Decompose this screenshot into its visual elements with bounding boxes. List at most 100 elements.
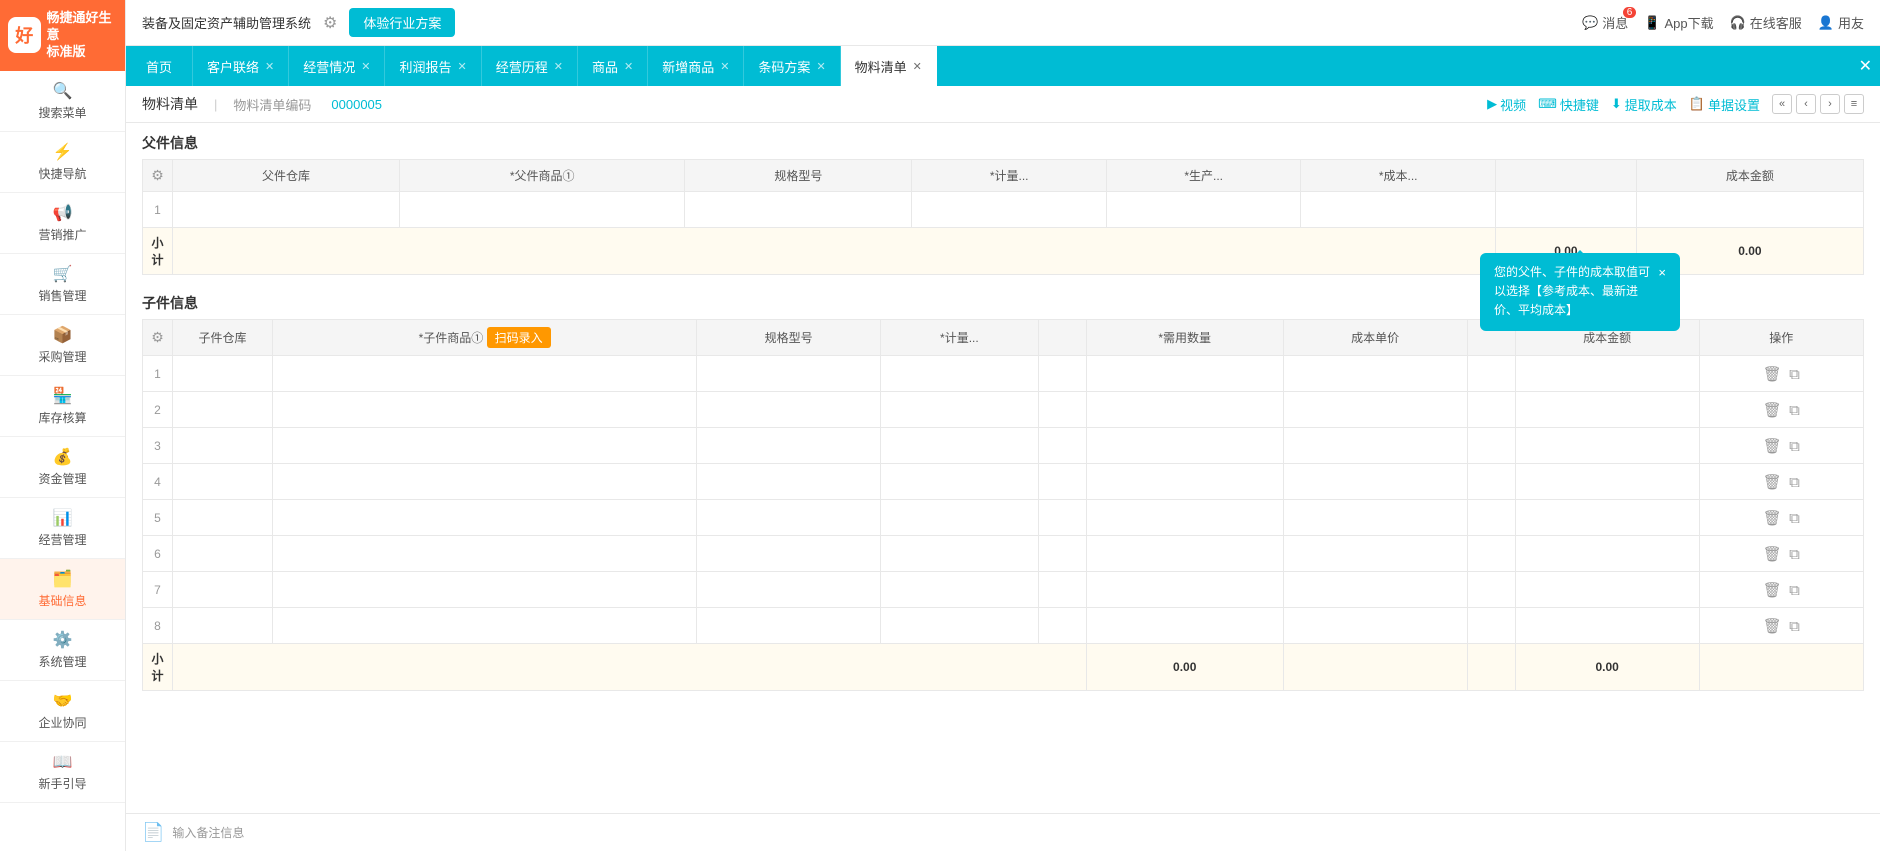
child-row-6-unit[interactable]	[881, 536, 1039, 572]
sidebar-item-search[interactable]: 🔍 搜索菜单	[0, 71, 125, 132]
tab-barcode[interactable]: 条码方案 ✕	[744, 46, 840, 86]
next-last-btn[interactable]: ≡	[1844, 94, 1864, 114]
sidebar-item-operations[interactable]: 📊 经营管理	[0, 498, 125, 559]
child-row-2-warehouse[interactable]	[173, 392, 273, 428]
tab-add-goods[interactable]: 新增商品 ✕	[648, 46, 744, 86]
child-row-5-warehouse[interactable]	[173, 500, 273, 536]
delete-row-4-btn[interactable]: 🗑	[1761, 471, 1784, 493]
child-row-1-spec[interactable]	[697, 356, 881, 392]
child-row-8-unit[interactable]	[881, 608, 1039, 644]
single-settings-action[interactable]: 📋 单据设置	[1689, 95, 1760, 114]
trial-btn[interactable]: 体验行业方案	[349, 8, 455, 37]
app-download-btn[interactable]: 📱 App下载	[1644, 13, 1713, 32]
sidebar-item-marketing[interactable]: 📢 营销推广	[0, 193, 125, 254]
shortcut-action[interactable]: ⌨ 快捷键	[1538, 95, 1599, 114]
child-row-1-unit-cost[interactable]	[1283, 356, 1467, 392]
sidebar-item-system[interactable]: ⚙️ 系统管理	[0, 620, 125, 681]
user-btn[interactable]: 👤 用友	[1818, 13, 1864, 32]
child-row-6-product[interactable]	[273, 536, 697, 572]
settings-icon[interactable]: ⚙	[323, 13, 337, 33]
child-row-2-required-qty[interactable]	[1086, 392, 1283, 428]
tab-goods[interactable]: 商品 ✕	[578, 46, 648, 86]
child-row-4-unit-cost[interactable]	[1283, 464, 1467, 500]
child-row-5-unit[interactable]	[881, 500, 1039, 536]
sidebar-item-guide[interactable]: 📖 新手引导	[0, 742, 125, 803]
child-row-7-product[interactable]	[273, 572, 697, 608]
child-row-7-unit-cost[interactable]	[1283, 572, 1467, 608]
child-row-5-product[interactable]	[273, 500, 697, 536]
child-row-2-unit-cost[interactable]	[1283, 392, 1467, 428]
child-row-4-required-qty[interactable]	[1086, 464, 1283, 500]
child-row-7-warehouse[interactable]	[173, 572, 273, 608]
close-tab-bom[interactable]: ✕	[913, 60, 922, 73]
close-all-btn[interactable]: ✕	[1859, 56, 1880, 76]
prev-first-btn[interactable]: «	[1772, 94, 1792, 114]
child-col-settings-icon[interactable]: ⚙	[151, 329, 164, 345]
child-row-2-unit[interactable]	[881, 392, 1039, 428]
child-row-8-warehouse[interactable]	[173, 608, 273, 644]
extract-cost-action[interactable]: ⬇ 提取成本	[1611, 95, 1677, 114]
copy-row-8-btn[interactable]: ⧉	[1787, 616, 1802, 637]
child-row-8-product[interactable]	[273, 608, 697, 644]
child-row-5-required-qty[interactable]	[1086, 500, 1283, 536]
child-row-5-spec[interactable]	[697, 500, 881, 536]
next-btn[interactable]: ›	[1820, 94, 1840, 114]
child-row-6-spec[interactable]	[697, 536, 881, 572]
child-row-4-spec[interactable]	[697, 464, 881, 500]
child-row-7-required-qty[interactable]	[1086, 572, 1283, 608]
copy-row-3-btn[interactable]: ⧉	[1787, 436, 1802, 457]
close-tab-history[interactable]: ✕	[554, 60, 563, 73]
delete-row-7-btn[interactable]: 🗑	[1761, 579, 1784, 601]
delete-row-5-btn[interactable]: 🗑	[1761, 507, 1784, 529]
parent-row-1-product[interactable]	[400, 192, 685, 228]
tab-bom[interactable]: 物料清单 ✕	[841, 46, 937, 86]
parent-row-1-unit[interactable]	[912, 192, 1107, 228]
copy-row-5-btn[interactable]: ⧉	[1787, 508, 1802, 529]
copy-row-7-btn[interactable]: ⧉	[1787, 580, 1802, 601]
child-row-6-required-qty[interactable]	[1086, 536, 1283, 572]
tab-profit[interactable]: 利润报告 ✕	[385, 46, 481, 86]
child-row-3-required-qty[interactable]	[1086, 428, 1283, 464]
sidebar-item-sales[interactable]: 🛒 销售管理	[0, 254, 125, 315]
tab-operations[interactable]: 经营情况 ✕	[289, 46, 385, 86]
child-row-6-unit-cost[interactable]	[1283, 536, 1467, 572]
child-row-3-unit[interactable]	[881, 428, 1039, 464]
delete-row-2-btn[interactable]: 🗑	[1761, 399, 1784, 421]
sidebar-item-finance[interactable]: 💰 资金管理	[0, 437, 125, 498]
copy-row-1-btn[interactable]: ⧉	[1787, 364, 1802, 385]
child-row-1-warehouse[interactable]	[173, 356, 273, 392]
scan-btn[interactable]: 扫码录入	[487, 327, 551, 348]
close-tab-operations[interactable]: ✕	[361, 60, 370, 73]
online-service-btn[interactable]: 🎧 在线客服	[1730, 13, 1802, 32]
child-row-6-warehouse[interactable]	[173, 536, 273, 572]
delete-row-6-btn[interactable]: 🗑	[1761, 543, 1784, 565]
parent-row-1-cost[interactable]	[1301, 192, 1496, 228]
copy-row-6-btn[interactable]: ⧉	[1787, 544, 1802, 565]
view-action[interactable]: ▶ 视频	[1487, 95, 1526, 114]
col-settings-icon[interactable]: ⚙	[151, 167, 164, 183]
delete-row-3-btn[interactable]: 🗑	[1761, 435, 1784, 457]
close-tab-profit[interactable]: ✕	[458, 60, 467, 73]
child-row-1-product[interactable]	[273, 356, 697, 392]
child-row-3-warehouse[interactable]	[173, 428, 273, 464]
sidebar-item-basic-info[interactable]: 🗂️ 基础信息	[0, 559, 125, 620]
child-row-1-required-qty[interactable]	[1086, 356, 1283, 392]
delete-row-8-btn[interactable]: 🗑	[1761, 615, 1784, 637]
child-row-8-spec[interactable]	[697, 608, 881, 644]
child-row-4-warehouse[interactable]	[173, 464, 273, 500]
child-row-3-product[interactable]	[273, 428, 697, 464]
child-row-5-unit-cost[interactable]	[1283, 500, 1467, 536]
child-row-8-unit-cost[interactable]	[1283, 608, 1467, 644]
child-row-8-required-qty[interactable]	[1086, 608, 1283, 644]
child-col-settings[interactable]: ⚙	[143, 320, 173, 356]
child-row-4-product[interactable]	[273, 464, 697, 500]
child-row-4-unit[interactable]	[881, 464, 1039, 500]
sidebar-item-inventory[interactable]: 🏪 库存核算	[0, 376, 125, 437]
child-row-7-unit[interactable]	[881, 572, 1039, 608]
child-row-2-spec[interactable]	[697, 392, 881, 428]
child-row-1-unit[interactable]	[881, 356, 1039, 392]
child-row-7-spec[interactable]	[697, 572, 881, 608]
close-tab-barcode[interactable]: ✕	[816, 60, 825, 73]
tooltip-close-btn[interactable]: ×	[1658, 263, 1666, 284]
delete-row-1-btn[interactable]: 🗑	[1761, 363, 1784, 385]
